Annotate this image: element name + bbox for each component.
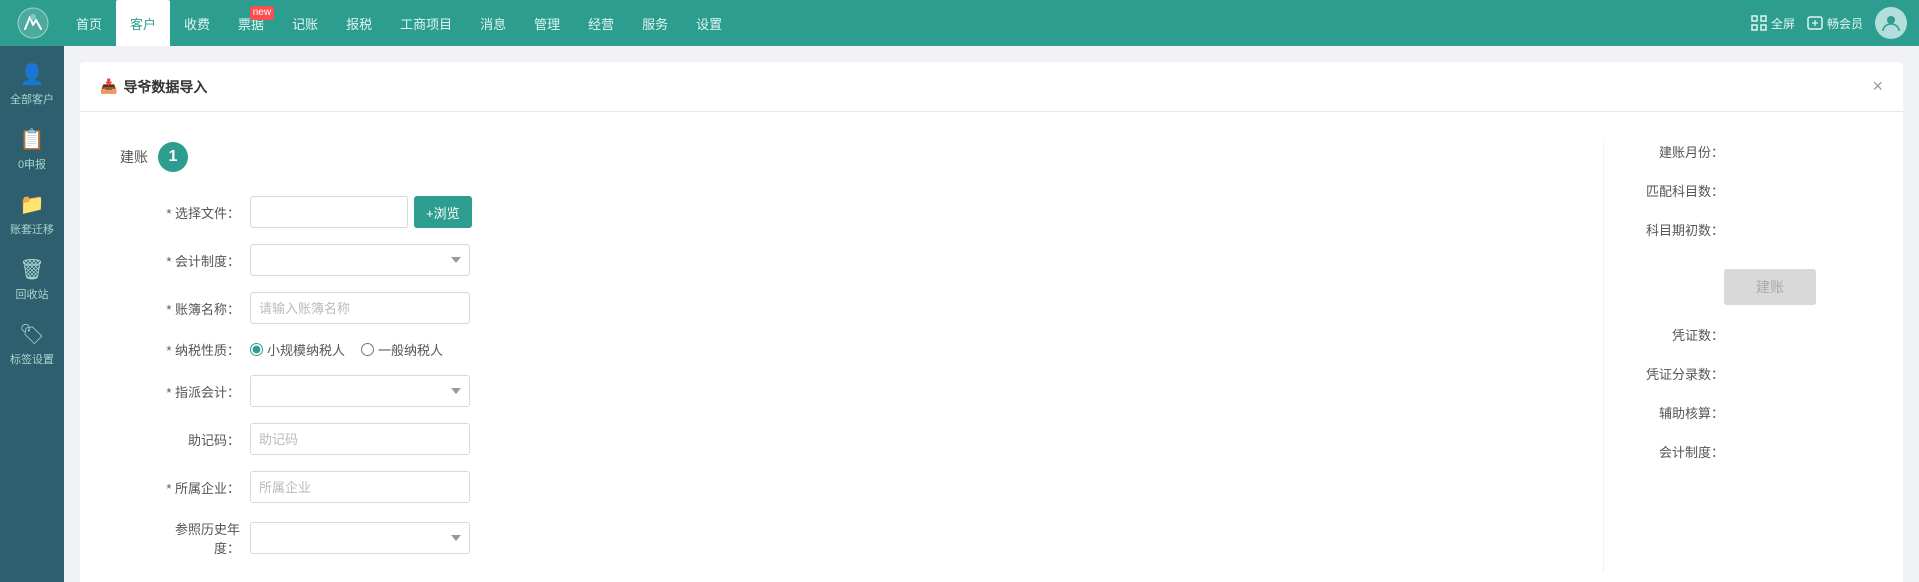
nav-item-manage[interactable]: 管理 [520,0,574,46]
history-year-select[interactable] [250,522,470,554]
ledger-name-label: * 账簿名称： [160,299,240,318]
dialog-title-icon: 📥 [100,78,117,95]
content: 📥 导爷数据导入 × 建账 1 * 选择文件： [64,46,1919,582]
avatar[interactable] [1875,7,1907,39]
tax-type-label: * 纳税性质： [160,340,240,359]
voucher-entry-info-label: 凭证分录数： [1634,364,1724,383]
dialog-title: 📥 导爷数据导入 [100,77,207,97]
nav-right: 全屏 畅会员 [1751,7,1907,39]
small-taxpayer-radio[interactable] [250,343,263,356]
match-subject-info-row: 匹配科目数： [1634,181,1883,200]
nav-item-operation[interactable]: 经营 [574,0,628,46]
accounting-system-info-row: 会计制度： [1634,442,1883,461]
sidebar-item-account-migration[interactable]: 📁 账套迁移 [2,184,62,245]
nav-item-home[interactable]: 首页 [62,0,116,46]
main-layout: 👤 全部客户 📋 0申报 📁 账套迁移 🗑 回收站 🏷 标签设置 📥 导 [0,46,1919,582]
tag-settings-icon: 🏷 [19,322,44,347]
step-label: 建账 [120,147,148,167]
logo [12,2,54,44]
dialog-body: 建账 1 * 选择文件： +浏览 [80,112,1903,582]
initial-balance-info-label: 科目期初数： [1634,220,1724,239]
nav-badge-new: new [250,6,274,20]
file-label: * 选择文件： [160,203,240,222]
ledger-name-row: * 账簿名称： [160,292,1583,324]
history-year-row: 参照历史年度： [160,519,1583,557]
recycle-icon: 🗑 [19,257,44,282]
nav-item-message[interactable]: 消息 [466,0,520,46]
ledger-name-input[interactable] [250,292,470,324]
browse-button[interactable]: +浏览 [414,196,472,228]
dialog-close-button[interactable]: × [1872,76,1883,97]
match-subject-info-label: 匹配科目数： [1634,181,1724,200]
sidebar: 👤 全部客户 📋 0申报 📁 账套迁移 🗑 回收站 🏷 标签设置 [0,46,64,582]
sidebar-item-all-customers[interactable]: 👤 全部客户 [2,54,62,115]
aux-calc-info-label: 辅助核算： [1634,403,1724,422]
step-header: 建账 1 [120,142,1583,172]
general-taxpayer-radio[interactable] [361,343,374,356]
accounting-system-info-label: 会计制度： [1634,442,1724,461]
history-year-label: 参照历史年度： [160,519,240,557]
dialog-panel: 📥 导爷数据导入 × 建账 1 * 选择文件： [80,62,1903,582]
aux-calc-info-row: 辅助核算： [1634,403,1883,422]
assign-accountant-row: * 指派会计： [160,375,1583,407]
company-row: * 所属企业： [160,471,1583,503]
nav-item-tax[interactable]: 报税 [332,0,386,46]
nav-item-service[interactable]: 服务 [628,0,682,46]
step-circle: 1 [158,142,188,172]
zero-declaration-icon: 📋 [20,127,45,152]
account-migration-icon: 📁 [20,192,45,217]
memo-code-input[interactable] [250,423,470,455]
accounting-system-row: * 会计制度： [160,244,1583,276]
accounting-month-info-row: 建账月份： [1634,142,1883,161]
file-input-group: +浏览 [250,196,472,228]
general-taxpayer-option[interactable]: 一般纳税人 [361,340,443,359]
member-button[interactable]: 畅会员 [1807,15,1863,32]
create-account-button[interactable]: 建账 [1724,269,1816,305]
initial-balance-info-row: 科目期初数： [1634,220,1883,239]
all-customers-icon: 👤 [20,62,45,87]
tax-type-radio-group: 小规模纳税人 一般纳税人 [250,340,443,359]
accounting-system-select[interactable] [250,244,470,276]
nav-item-invoice[interactable]: 票据 new [224,0,278,46]
nav-item-fee[interactable]: 收费 [170,0,224,46]
tax-type-row: * 纳税性质： 小规模纳税人 一般纳税人 [160,340,1583,359]
sidebar-item-zero-declaration[interactable]: 📋 0申报 [2,119,62,180]
memo-code-label: 助记码： [160,430,240,449]
sidebar-item-tag-settings[interactable]: 🏷 标签设置 [2,314,62,375]
company-input[interactable] [250,471,470,503]
nav-item-bookkeeping[interactable]: 记账 [278,0,332,46]
assign-accountant-label: * 指派会计： [160,382,240,401]
accounting-month-info-label: 建账月份： [1634,142,1724,161]
dialog-header: 📥 导爷数据导入 × [80,62,1903,112]
memo-code-row: 助记码： [160,423,1583,455]
accounting-system-label: * 会计制度： [160,251,240,270]
file-text-input[interactable] [250,196,408,228]
top-nav: 首页 客户 收费 票据 new 记账 报税 工商项目 消息 管理 经营 服务 设… [0,0,1919,46]
info-section: 建账月份： 匹配科目数： 科目期初数： 建账 [1603,142,1883,573]
company-label: * 所属企业： [160,478,240,497]
nav-item-business[interactable]: 工商项目 [386,0,466,46]
voucher-count-info-label: 凭证数： [1634,325,1724,344]
sidebar-item-recycle[interactable]: 🗑 回收站 [2,249,62,310]
voucher-count-info-row: 凭证数： [1634,325,1883,344]
voucher-entry-info-row: 凭证分录数： [1634,364,1883,383]
file-row: * 选择文件： +浏览 [160,196,1583,228]
small-taxpayer-option[interactable]: 小规模纳税人 [250,340,345,359]
nav-item-customer[interactable]: 客户 [116,0,170,46]
assign-accountant-select[interactable] [250,375,470,407]
nav-item-settings[interactable]: 设置 [682,0,736,46]
fullscreen-button[interactable]: 全屏 [1751,15,1795,32]
form-section: 建账 1 * 选择文件： +浏览 [100,142,1603,573]
